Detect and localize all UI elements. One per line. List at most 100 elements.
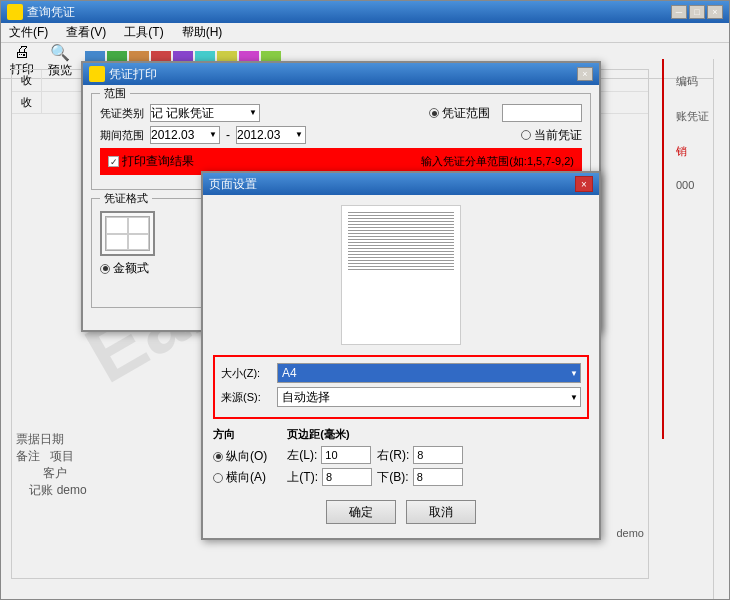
paper-source-select[interactable]: 自动选择 ▼ <box>277 387 581 407</box>
main-window: 查询凭证 ─ □ × 文件(F) 查看(V) 工具(T) 帮助(H) 🖨 打印 … <box>0 0 730 600</box>
bg-bottom-row-2: 备注 项目 <box>16 448 87 465</box>
voucher-dialog-icon <box>89 66 105 82</box>
pvl9 <box>348 236 454 237</box>
margin-top-row: 上(T): <box>287 468 373 486</box>
format-preview <box>100 211 155 256</box>
menu-view[interactable]: 查看(V) <box>62 24 110 41</box>
landscape-label: 横向(A) <box>226 469 266 486</box>
minimize-button[interactable]: ─ <box>671 5 687 19</box>
print-query-checkbox[interactable]: ✓ <box>108 156 119 167</box>
paper-size-arrow: ▼ <box>570 369 578 378</box>
pvl4 <box>348 221 454 222</box>
paper-section: 大小(Z): A4 ▼ 来源(S): 自动选择 ▼ <box>213 355 589 419</box>
right-label-3: 销 <box>676 144 709 159</box>
page-dialog-close[interactable]: × <box>575 176 593 192</box>
current-voucher-radio-group: 当前凭证 <box>521 127 582 144</box>
portrait-label: 纵向(O) <box>226 448 267 465</box>
landscape-radio[interactable]: 横向(A) <box>213 469 267 486</box>
fp4 <box>128 234 150 251</box>
margin-left-input[interactable] <box>321 446 371 464</box>
title-bar-buttons: ─ □ × <box>671 5 723 19</box>
page-dialog-buttons: 确定 取消 <box>213 494 589 528</box>
scrollbar[interactable] <box>713 59 729 599</box>
main-title-bar: 查询凭证 ─ □ × <box>1 1 729 23</box>
format-preview-inner <box>105 216 150 251</box>
menu-file[interactable]: 文件(F) <box>5 24 52 41</box>
pvl2 <box>348 215 454 216</box>
page-preview-content <box>342 206 460 278</box>
voucher-type-arrow: ▼ <box>249 108 257 117</box>
print-query-label: 打印查询结果 <box>122 153 194 170</box>
maximize-button[interactable]: □ <box>689 5 705 19</box>
pvl8 <box>348 233 454 234</box>
voucher-range-radio-dot <box>432 111 437 116</box>
period-dash: - <box>226 128 230 142</box>
fp3 <box>106 234 128 251</box>
right-label-2: 账凭证 <box>676 109 709 124</box>
voucher-range-label: 凭证范围 <box>442 105 490 122</box>
pvl16 <box>348 257 454 258</box>
direction-group: 方向 纵向(O) 横向(A) <box>213 427 267 494</box>
pvl12 <box>348 245 454 246</box>
cancel-button[interactable]: 取消 <box>406 500 476 524</box>
margin-grid: 左(L): 右(R): 上(T): 下(B): <box>287 446 463 486</box>
voucher-type-row: 凭证类别 记 记账凭证 ▼ 凭证范围 <box>100 104 582 122</box>
close-button[interactable]: × <box>707 5 723 19</box>
margin-section: 页边距(毫米) 左(L): 右(R): 上(T): <box>287 427 463 486</box>
margin-bottom-label: 下(B): <box>377 469 408 486</box>
direction-title: 方向 <box>213 427 267 442</box>
app-icon <box>7 4 23 20</box>
pvl17 <box>348 260 454 261</box>
red-vertical-line <box>662 59 664 439</box>
pvl18 <box>348 263 454 264</box>
pvl20 <box>348 269 454 270</box>
page-preview <box>341 205 461 345</box>
menu-help[interactable]: 帮助(H) <box>178 24 227 41</box>
period-from-select[interactable]: 2012.03 ▼ <box>150 126 220 144</box>
paper-size-row: 大小(Z): A4 ▼ <box>221 363 581 383</box>
direction-margins-row: 方向 纵向(O) 横向(A) 页边距(毫米) 左(L): <box>213 427 589 494</box>
bg-bottom-text: 票据日期 备注 项目 客户 记账 demo <box>16 431 87 499</box>
paper-source-value: 自动选择 <box>282 389 330 406</box>
voucher-range-radio[interactable]: 凭证范围 <box>429 105 490 122</box>
paper-size-value: A4 <box>282 366 297 380</box>
current-voucher-radio[interactable]: 当前凭证 <box>521 127 582 144</box>
bg-cell-2-1: 收 <box>12 92 42 113</box>
bg-bottom-row-1: 票据日期 <box>16 431 87 448</box>
bg-bottom-right: demo <box>616 527 644 539</box>
period-label: 期间范围 <box>100 128 144 143</box>
period-to-arrow: ▼ <box>295 130 303 139</box>
pvl14 <box>348 251 454 252</box>
margin-top-input[interactable] <box>322 468 372 486</box>
range-radios: 凭证范围 <box>429 104 582 122</box>
margin-bottom-row: 下(B): <box>377 468 463 486</box>
voucher-range-input[interactable] <box>502 104 582 122</box>
menu-tools[interactable]: 工具(T) <box>120 24 167 41</box>
right-label-4: 000 <box>676 179 709 191</box>
check-mark: ✓ <box>110 157 118 167</box>
paper-size-select[interactable]: A4 ▼ <box>277 363 581 383</box>
amount-format-radio[interactable]: 金额式 <box>100 260 202 277</box>
margin-right-row: 右(R): <box>377 446 463 464</box>
page-dialog-body: 大小(Z): A4 ▼ 来源(S): 自动选择 ▼ <box>203 195 599 538</box>
ok-button[interactable]: 确定 <box>326 500 396 524</box>
voucher-dialog-close[interactable]: × <box>577 67 593 81</box>
current-voucher-circle <box>521 130 531 140</box>
margin-left-row: 左(L): <box>287 446 373 464</box>
format-group: 凭证格式 金额式 <box>91 198 211 308</box>
portrait-radio[interactable]: 纵向(O) <box>213 448 267 465</box>
page-dialog-title-bar: 页面设置 × <box>203 173 599 195</box>
period-from-arrow: ▼ <box>209 130 217 139</box>
margin-right-input[interactable] <box>413 446 463 464</box>
paper-size-label: 大小(Z): <box>221 366 271 381</box>
margin-top-label: 上(T): <box>287 469 318 486</box>
margin-bottom-input[interactable] <box>413 468 463 486</box>
amount-format-label: 金额式 <box>113 260 149 277</box>
voucher-type-select[interactable]: 记 记账凭证 ▼ <box>150 104 260 122</box>
margin-right-label: 右(R): <box>377 447 409 464</box>
amount-format-circle <box>100 264 110 274</box>
margin-left-label: 左(L): <box>287 447 317 464</box>
right-labels: 编码 账凭证 销 000 <box>676 74 709 191</box>
pvl13 <box>348 248 454 249</box>
period-to-select[interactable]: 2012.03 ▼ <box>236 126 306 144</box>
